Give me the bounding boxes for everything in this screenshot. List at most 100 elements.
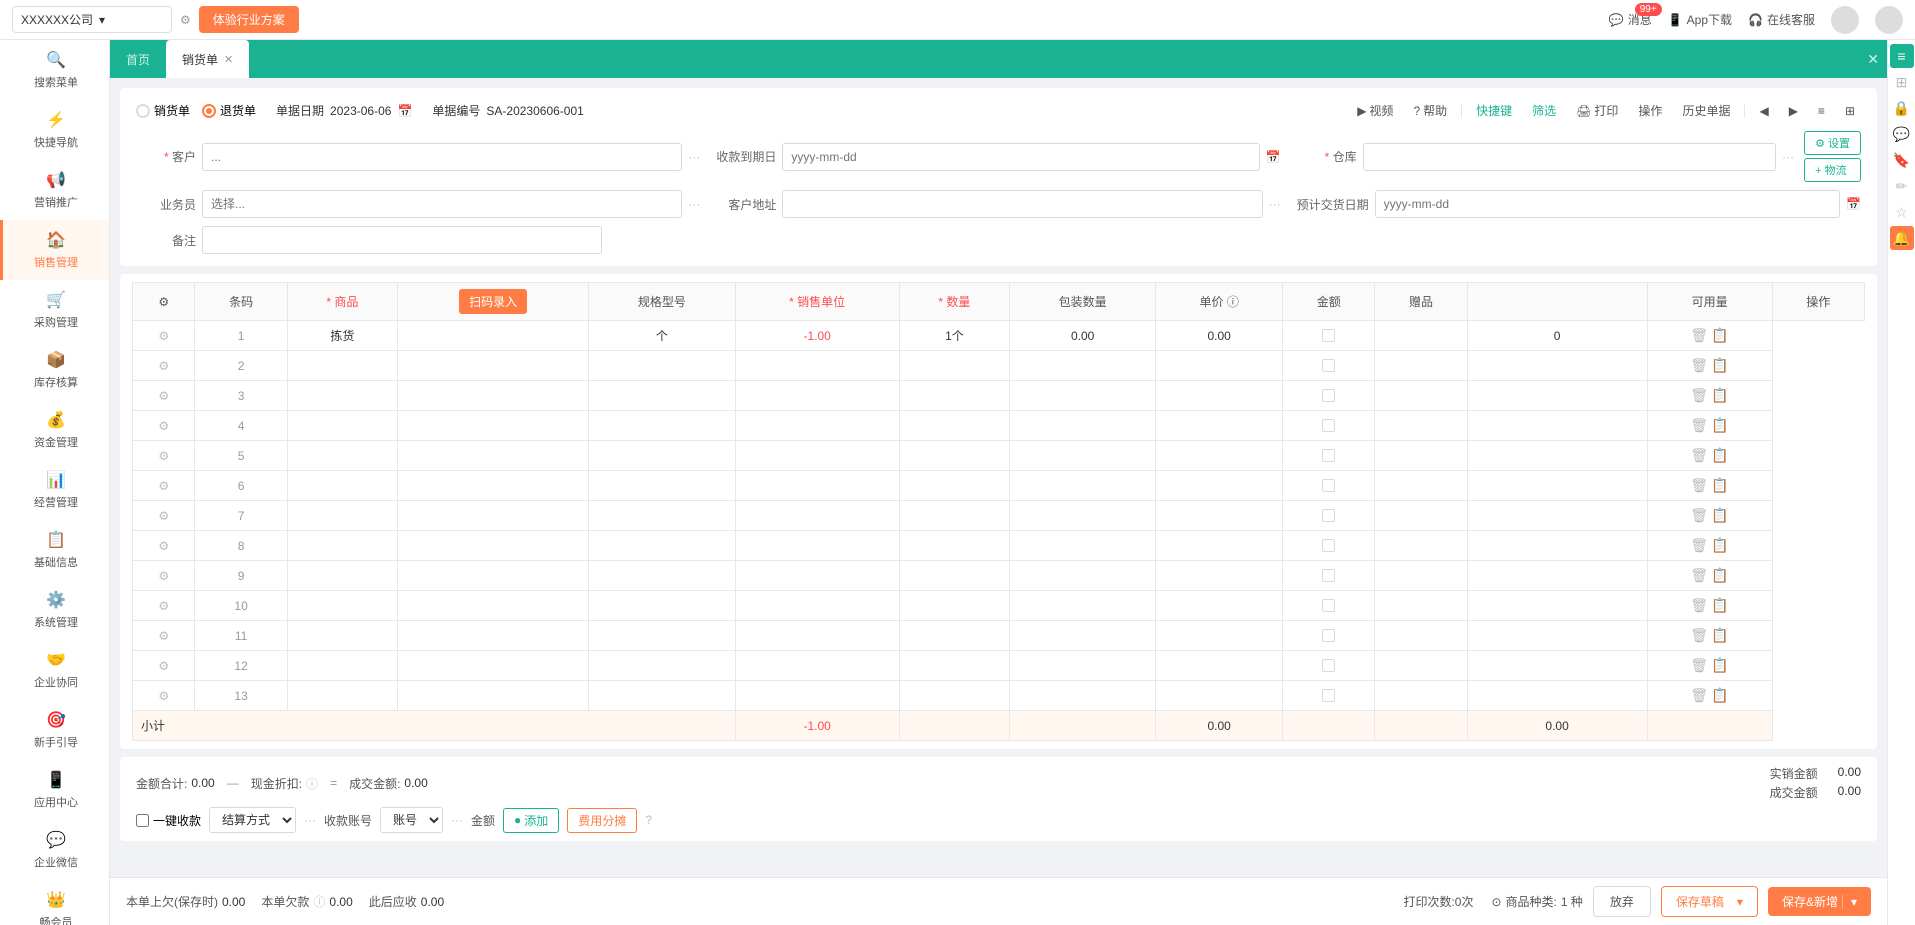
cell-amount[interactable] xyxy=(1156,621,1283,651)
debit-help-icon[interactable]: ⓘ xyxy=(313,893,325,910)
one-click-payment-checkbox[interactable]: 一键收款 xyxy=(136,812,201,829)
cell-settings[interactable]: ⚙ xyxy=(133,441,195,471)
save-draft-btn[interactable]: 保存草稿 ▾ xyxy=(1661,886,1758,917)
address-more-icon[interactable]: ··· xyxy=(1269,197,1281,211)
cell-settings[interactable]: ⚙ xyxy=(133,621,195,651)
cell-quantity[interactable] xyxy=(735,591,899,621)
cell-barcode[interactable]: 6 xyxy=(195,471,287,501)
cell-unit[interactable] xyxy=(589,561,735,591)
cell-barcode[interactable]: 11 xyxy=(195,621,287,651)
delete-icon[interactable]: 🗑 xyxy=(1690,627,1708,643)
cell-gift[interactable] xyxy=(1283,381,1375,411)
cell-pack-qty[interactable] xyxy=(899,621,1009,651)
delete-icon[interactable]: 🗑 xyxy=(1690,477,1708,493)
cell-spec[interactable] xyxy=(397,351,588,381)
scan-btn[interactable]: 扫码录入 xyxy=(459,289,527,314)
tab-close-icon[interactable]: ✕ xyxy=(224,53,233,66)
delete-icon[interactable]: 🗑 xyxy=(1690,327,1708,343)
video-btn[interactable]: ▶ 视频 xyxy=(1351,100,1399,121)
copy-icon[interactable]: 📋 xyxy=(1711,477,1728,493)
cell-spec[interactable] xyxy=(397,501,588,531)
cell-amount[interactable] xyxy=(1156,351,1283,381)
sidebar-item-inventory[interactable]: 📦 库存核算 xyxy=(0,340,109,400)
cell-unit[interactable] xyxy=(589,471,735,501)
cell-unit[interactable]: 个 xyxy=(589,321,735,351)
sidebar-item-sales[interactable]: 🏠 销售管理 xyxy=(0,220,109,280)
cell-product[interactable]: 拣货 xyxy=(287,321,397,351)
cell-unit[interactable] xyxy=(589,411,735,441)
delete-icon[interactable]: 🗑 xyxy=(1690,657,1708,673)
cell-unit[interactable] xyxy=(589,441,735,471)
fee-help-icon[interactable]: ? xyxy=(645,813,652,827)
salesperson-more-icon[interactable]: ··· xyxy=(688,197,700,211)
cell-amount[interactable] xyxy=(1156,651,1283,681)
sidebar-item-operations[interactable]: 📊 经营管理 xyxy=(0,460,109,520)
cell-quantity[interactable] xyxy=(735,681,899,711)
cell-unit-price[interactable] xyxy=(1010,351,1156,381)
cell-barcode[interactable]: 1 xyxy=(195,321,287,351)
cell-spec[interactable] xyxy=(397,531,588,561)
cell-unit-price[interactable] xyxy=(1010,591,1156,621)
cell-unit-price[interactable] xyxy=(1010,561,1156,591)
cell-unit-price[interactable] xyxy=(1010,651,1156,681)
cell-spec[interactable] xyxy=(397,681,588,711)
sidebar-item-search[interactable]: 🔍 搜索菜单 xyxy=(0,40,109,100)
th-scan[interactable]: 扫码录入 xyxy=(397,283,588,321)
copy-icon[interactable]: 📋 xyxy=(1711,567,1728,583)
cell-pack-qty[interactable] xyxy=(899,591,1009,621)
save-new-split[interactable]: ▾ xyxy=(1842,895,1857,909)
sidebar-item-enterprise[interactable]: 🤝 企业协同 xyxy=(0,640,109,700)
copy-icon[interactable]: 📋 xyxy=(1711,627,1728,643)
delivery-calendar-icon[interactable]: 📅 xyxy=(1846,197,1861,211)
delete-icon[interactable]: 🗑 xyxy=(1690,567,1708,583)
cell-barcode[interactable]: 13 xyxy=(195,681,287,711)
online-service-btn[interactable]: 🎧 在线客服 xyxy=(1748,11,1815,28)
settings-action-btn[interactable]: ⚙ 设置 xyxy=(1804,131,1861,155)
operation-btn[interactable]: 操作 xyxy=(1632,100,1668,121)
right-tool-orange[interactable]: 🔔 xyxy=(1890,226,1914,250)
cell-unit[interactable] xyxy=(589,621,735,651)
view-list-btn[interactable]: ≡ xyxy=(1812,102,1831,120)
cell-product[interactable] xyxy=(287,681,397,711)
cell-amount[interactable] xyxy=(1156,561,1283,591)
right-tool-grid[interactable]: ⊞ xyxy=(1890,70,1914,94)
cell-unit[interactable] xyxy=(589,381,735,411)
cell-unit-price[interactable] xyxy=(1010,531,1156,561)
sidebar-item-quick-nav[interactable]: ⚡ 快捷导航 xyxy=(0,100,109,160)
delete-icon[interactable]: 🗑 xyxy=(1690,447,1708,463)
cell-unit-price[interactable] xyxy=(1010,621,1156,651)
delete-icon[interactable]: 🗑 xyxy=(1690,507,1708,523)
view-grid-btn[interactable]: ⊞ xyxy=(1839,102,1861,120)
cell-quantity[interactable] xyxy=(735,441,899,471)
copy-icon[interactable]: 📋 xyxy=(1711,417,1728,433)
cell-unit-price[interactable] xyxy=(1010,381,1156,411)
filter-btn[interactable]: 筛选 xyxy=(1526,100,1562,121)
cell-unit[interactable] xyxy=(589,351,735,381)
prev-btn[interactable]: ◀ xyxy=(1753,102,1774,120)
delete-icon[interactable]: 🗑 xyxy=(1690,687,1708,703)
cell-amount[interactable] xyxy=(1156,411,1283,441)
cell-barcode[interactable]: 5 xyxy=(195,441,287,471)
copy-icon[interactable]: 📋 xyxy=(1711,597,1728,613)
add-payment-btn[interactable]: ● 添加 xyxy=(503,808,559,833)
sidebar-item-guide[interactable]: 🎯 新手引导 xyxy=(0,700,109,760)
copy-icon[interactable]: 📋 xyxy=(1711,537,1728,553)
sidebar-item-wechat[interactable]: 💬 企业微信 xyxy=(0,820,109,880)
cell-product[interactable] xyxy=(287,381,397,411)
one-click-checkbox-input[interactable] xyxy=(136,814,149,827)
cell-quantity[interactable] xyxy=(735,381,899,411)
cell-settings[interactable]: ⚙ xyxy=(133,501,195,531)
avatar-2[interactable] xyxy=(1875,6,1903,34)
cell-quantity[interactable] xyxy=(735,531,899,561)
cell-pack-qty[interactable] xyxy=(899,651,1009,681)
right-tool-list[interactable]: ≡ xyxy=(1890,44,1914,68)
cell-barcode[interactable]: 10 xyxy=(195,591,287,621)
th-settings[interactable]: ⚙ xyxy=(133,283,195,321)
app-download-btn[interactable]: 📱 App下载 xyxy=(1668,11,1732,28)
calendar-icon[interactable]: 📅 xyxy=(397,104,412,118)
cell-pack-qty[interactable]: 1个 xyxy=(899,321,1009,351)
discount-help-icon[interactable]: ⓘ xyxy=(306,775,318,792)
cell-barcode[interactable]: 9 xyxy=(195,561,287,591)
cell-pack-qty[interactable] xyxy=(899,681,1009,711)
cell-settings[interactable]: ⚙ xyxy=(133,531,195,561)
